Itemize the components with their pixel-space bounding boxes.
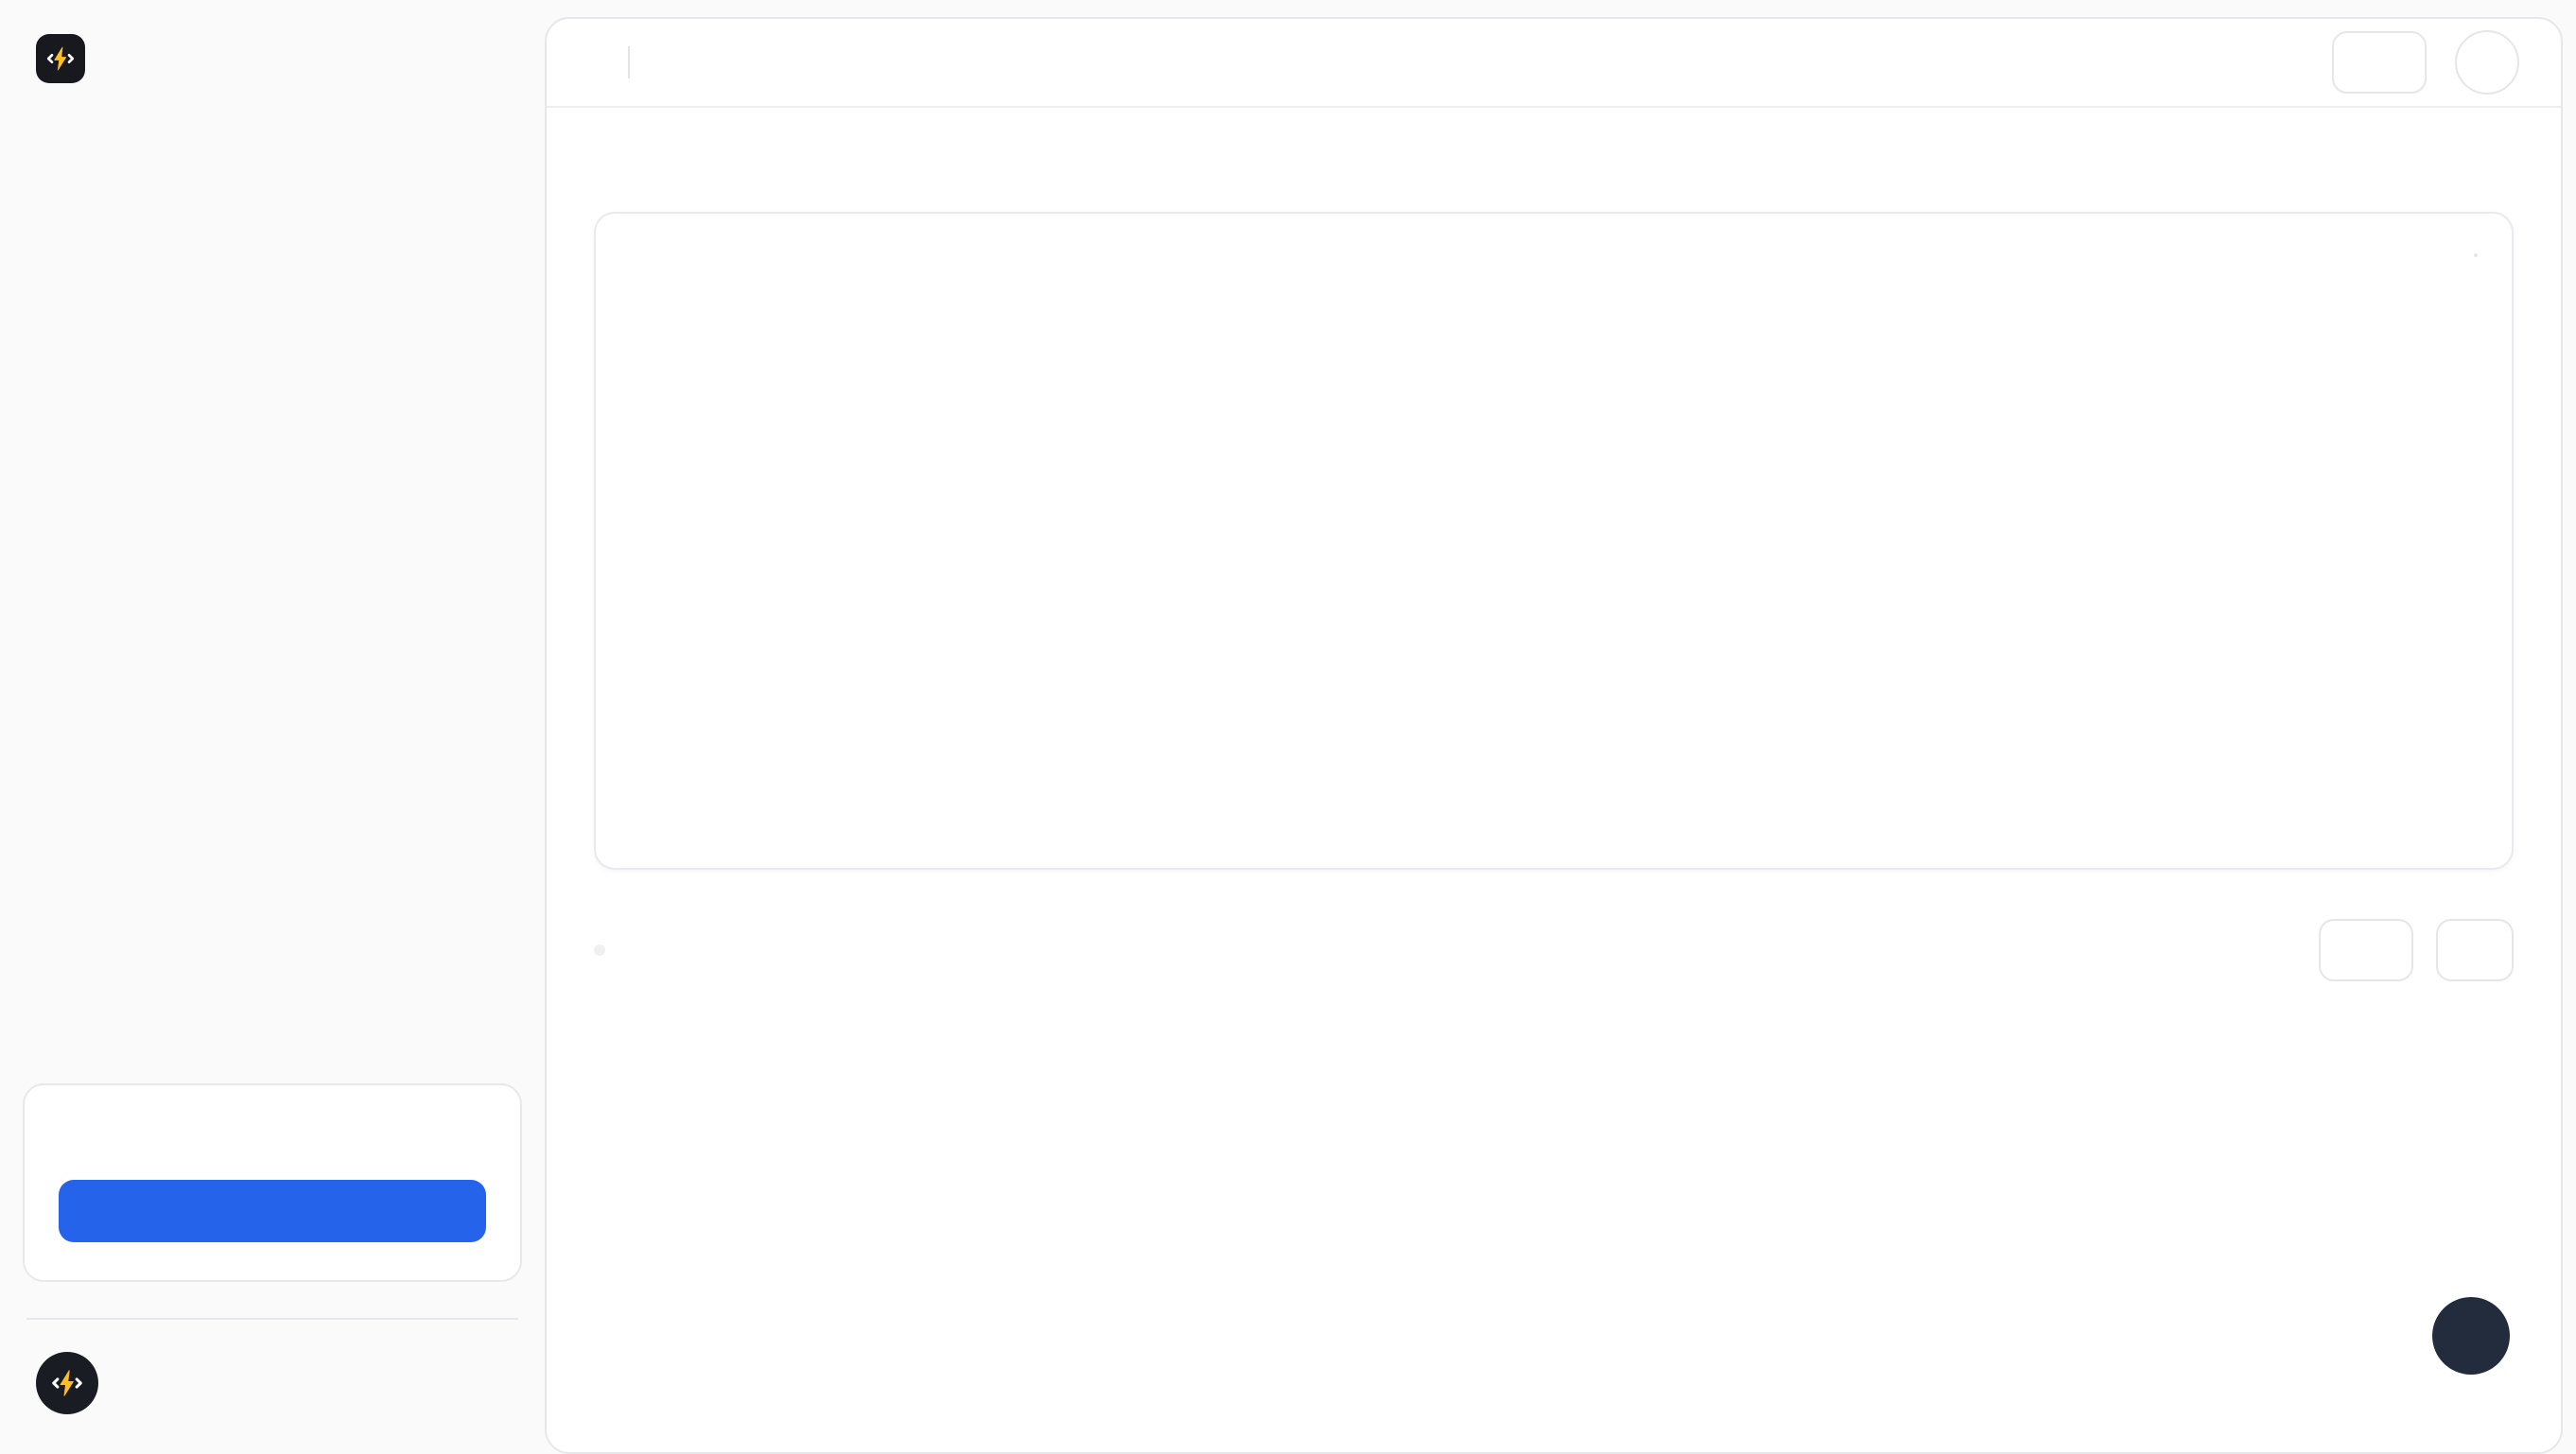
app-root	[0, 0, 2576, 1454]
user-menu[interactable]	[23, 1344, 522, 1422]
customize-columns-button[interactable]	[2319, 919, 2413, 981]
brand-zap-icon	[36, 34, 85, 83]
theme-toggle-button[interactable]	[2455, 30, 2519, 95]
bottom-bar	[594, 919, 2514, 981]
panel-header	[547, 19, 2561, 108]
total-visitors-card	[594, 212, 2514, 870]
screen-size-badge	[2432, 1297, 2510, 1375]
user-avatar-zap-icon	[36, 1352, 98, 1414]
area-chart-svg	[649, 308, 2478, 781]
dashboard-content	[547, 108, 2561, 1452]
sidebar	[0, 0, 545, 1454]
sidebar-toggle-button[interactable]	[588, 57, 600, 68]
section-tab-group	[594, 944, 605, 956]
theme-color-select[interactable]	[2332, 31, 2427, 94]
visitors-area-chart	[649, 308, 2478, 781]
sidebar-divider	[26, 1318, 518, 1320]
upgrade-button[interactable]	[59, 1180, 486, 1242]
add-section-button[interactable]	[2436, 919, 2514, 981]
upgrade-card	[23, 1083, 522, 1282]
x-axis-ticks	[649, 792, 2478, 832]
range-tab-group	[2474, 253, 2478, 257]
header-divider	[628, 46, 630, 78]
brand[interactable]	[23, 25, 522, 93]
main-panel	[545, 17, 2563, 1454]
